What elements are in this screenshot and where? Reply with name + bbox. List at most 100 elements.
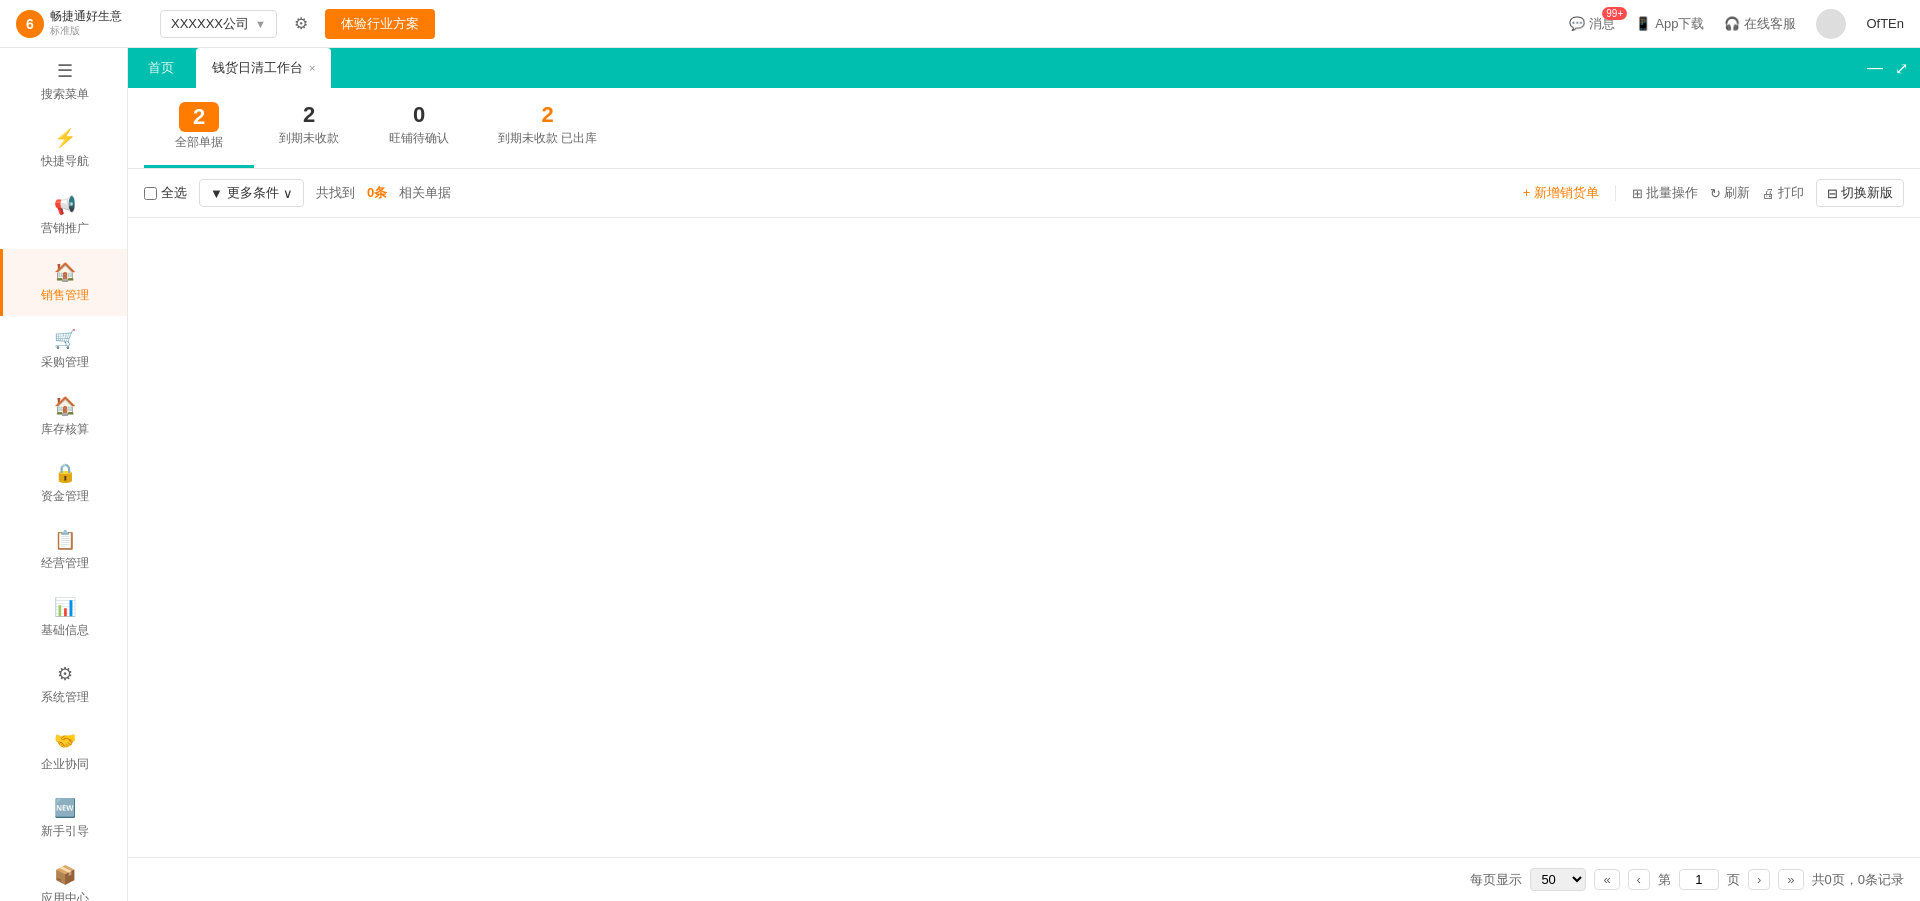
avatar[interactable] [1816,9,1846,39]
filter-label: 更多条件 [227,184,279,202]
minimize-button[interactable]: — [1863,55,1887,81]
stat-card-pending[interactable]: 0 旺铺待确认 [364,88,474,168]
finance-icon: 🔒 [54,462,76,484]
logo-area: 6 畅捷通好生意 标准版 [16,9,144,39]
company-name: XXXXXX公司 [171,15,249,33]
stat-card-shipped[interactable]: 2 到期未收款 已出库 [474,88,621,168]
stat-number-shipped: 2 [542,102,554,128]
online-service-label: 在线客服 [1744,15,1796,33]
chevron-down-icon: ∨ [283,186,293,201]
sidebar-item-basic-info[interactable]: 📊 基础信息 [0,584,127,651]
sidebar-item-finance[interactable]: 🔒 资金管理 [0,450,127,517]
page-number-input[interactable] [1679,869,1719,890]
filter-button[interactable]: ▼ 更多条件 ∨ [199,179,304,207]
refresh-button[interactable]: ↻ 刷新 [1710,184,1750,202]
found-prefix: 共找到 [316,184,355,202]
sidebar-item-search-menu[interactable]: ☰ 搜索菜单 [0,48,127,115]
enterprise-icon: 🤝 [54,730,76,752]
sidebar-item-label: 经营管理 [41,555,89,572]
sidebar-item-label: 资金管理 [41,488,89,505]
per-page-label: 每页显示 [1470,871,1522,889]
online-service-btn[interactable]: 🎧 在线客服 [1724,15,1796,33]
app-download-btn[interactable]: 📱 App下载 [1635,15,1704,33]
app-download-icon: 📱 [1635,16,1651,31]
tab-home[interactable]: 首页 [128,48,194,88]
basic-info-icon: 📊 [54,596,76,618]
sidebar-item-label: 企业协同 [41,756,89,773]
stat-label-all: 全部单据 [175,134,223,151]
close-tab-icon[interactable]: × [309,62,315,74]
sidebar-item-purchase[interactable]: 🛒 采购管理 [0,316,127,383]
stat-number-overdue: 2 [303,102,315,128]
chevron-down-icon: ▼ [255,18,266,30]
company-selector[interactable]: XXXXXX公司 ▼ [160,10,277,38]
sidebar-item-label: 库存核算 [41,421,89,438]
stat-card-all[interactable]: 2 全部单据 [144,88,254,168]
next-page-button[interactable]: › [1748,869,1770,890]
brand-name: 畅捷通好生意 [50,9,122,25]
sidebar-item-label: 搜索菜单 [41,86,89,103]
sidebar-item-label: 应用中心 [41,890,89,901]
system-icon: ⚙ [57,663,73,685]
stat-label-shipped: 到期未收款 已出库 [498,130,597,147]
add-sales-order-button[interactable]: + 新增销货单 [1523,184,1599,202]
last-page-button[interactable]: » [1778,869,1803,890]
prev-page-button[interactable]: ‹ [1628,869,1650,890]
sidebar-item-app-center[interactable]: 📦 应用中心 [0,852,127,901]
toolbar: 全选 ▼ 更多条件 ∨ 共找到 0条 相关单据 + 新增销货单 ⊞ 批量操作 [128,169,1920,218]
online-service-icon: 🎧 [1724,16,1740,31]
divider [1615,185,1616,201]
settings-button[interactable]: ⚙ [285,8,317,40]
per-page-select[interactable]: 50 100 200 [1530,868,1586,891]
page-label-suffix: 页 [1727,871,1740,889]
first-page-button[interactable]: « [1594,869,1619,890]
tab-bar: 首页 钱货日清工作台 × — ⤢ [128,48,1920,88]
sidebar-item-sales[interactable]: 🏠 销售管理 [0,249,127,316]
tab-workbench[interactable]: 钱货日清工作台 × [196,48,331,88]
brand-tag: 标准版 [50,24,122,38]
sidebar-item-marketing[interactable]: 📢 营销推广 [0,182,127,249]
batch-operation-button[interactable]: ⊞ 批量操作 [1632,184,1698,202]
logo-icon: 6 [16,10,44,38]
stats-row: 2 全部单据 2 到期未收款 0 旺铺待确认 2 到期未收款 已出库 [128,88,1920,169]
stat-number-pending: 0 [413,102,425,128]
stat-label-overdue: 到期未收款 [279,130,339,147]
page-label-prefix: 第 [1658,871,1671,889]
print-label: 打印 [1778,184,1804,202]
top-header: 6 畅捷通好生意 标准版 XXXXXX公司 ▼ ⚙ 体验行业方案 💬 消息 99… [0,0,1920,48]
switch-version-button[interactable]: ⊟ 切换新版 [1816,179,1904,207]
sidebar-item-system[interactable]: ⚙ 系统管理 [0,651,127,718]
select-all-checkbox[interactable]: 全选 [144,184,187,202]
switch-icon: ⊟ [1827,186,1838,201]
sidebar-item-label: 营销推广 [41,220,89,237]
trial-button[interactable]: 体验行业方案 [325,9,435,39]
logo-text-block: 畅捷通好生意 标准版 [50,9,122,39]
maximize-button[interactable]: ⤢ [1891,55,1912,82]
stat-card-overdue[interactable]: 2 到期未收款 [254,88,364,168]
sidebar-item-enterprise[interactable]: 🤝 企业协同 [0,718,127,785]
main-layout: ☰ 搜索菜单 ⚡ 快捷导航 📢 营销推广 🏠 销售管理 🛒 采购管理 🏠 库存核… [0,48,1920,901]
avatar-name: OfTEn [1866,16,1904,31]
batch-icon: ⊞ [1632,186,1643,201]
marketing-icon: 📢 [54,194,76,216]
select-all-input[interactable] [144,187,157,200]
page-content: 2 全部单据 2 到期未收款 0 旺铺待确认 2 到期未收款 已出库 [128,88,1920,901]
sidebar-item-inventory[interactable]: 🏠 库存核算 [0,383,127,450]
message-btn[interactable]: 💬 消息 99+ [1569,15,1615,33]
print-button[interactable]: 🖨 打印 [1762,184,1804,202]
header-right: 💬 消息 99+ 📱 App下载 🎧 在线客服 OfTEn [1569,9,1904,39]
sidebar-item-guide[interactable]: 🆕 新手引导 [0,785,127,852]
app-download-label: App下载 [1655,15,1704,33]
total-records-text: 共0页，0条记录 [1812,871,1904,889]
sidebar: ☰ 搜索菜单 ⚡ 快捷导航 📢 营销推广 🏠 销售管理 🛒 采购管理 🏠 库存核… [0,48,128,901]
app-center-icon: 📦 [54,864,76,886]
found-count: 0条 [367,184,387,202]
sales-icon: 🏠 [54,261,76,283]
operation-icon: 📋 [54,529,76,551]
sidebar-item-label: 销售管理 [41,287,89,304]
found-suffix: 相关单据 [399,184,451,202]
sidebar-item-operation[interactable]: 📋 经营管理 [0,517,127,584]
sidebar-item-label: 系统管理 [41,689,89,706]
stat-number-all: 2 [179,102,219,132]
sidebar-item-quick-nav[interactable]: ⚡ 快捷导航 [0,115,127,182]
